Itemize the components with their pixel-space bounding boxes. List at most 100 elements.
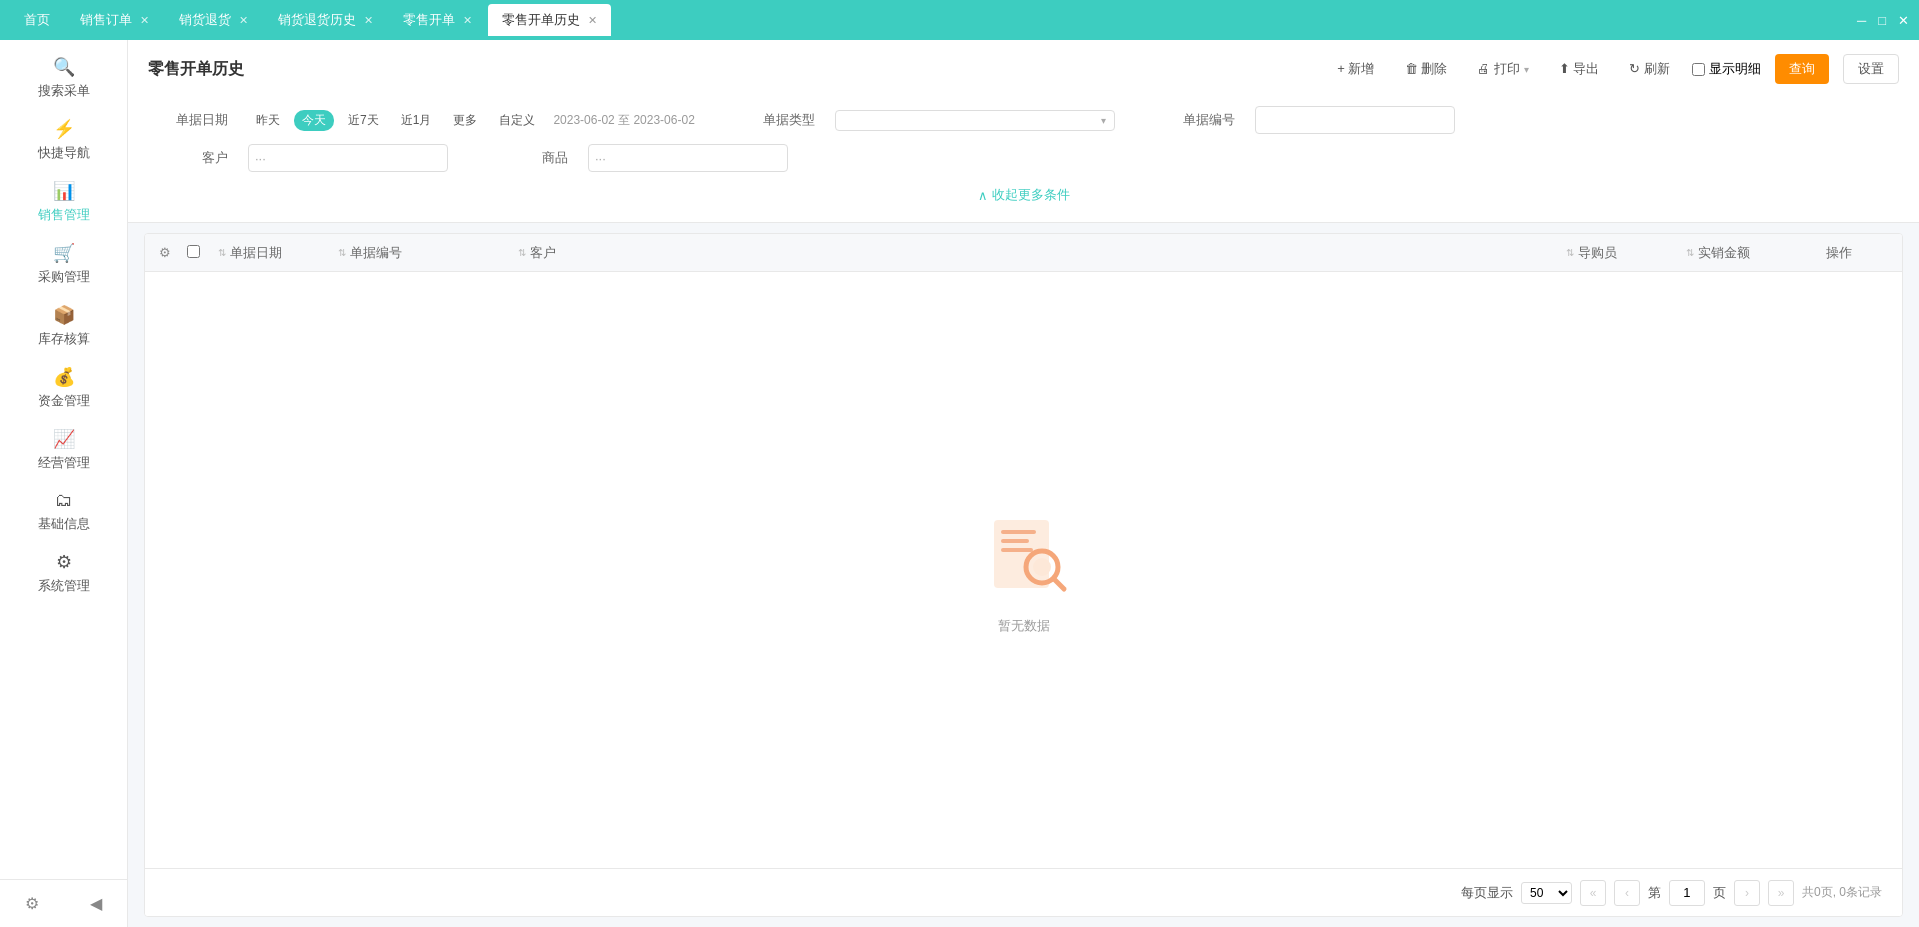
- th-guide[interactable]: ⇅ 导购员: [1556, 244, 1676, 262]
- delete-button[interactable]: 🗑 删除: [1397, 56, 1456, 82]
- filter-area: 单据日期 昨天 今天 近7天 近1月 更多 自定义 2023-06-02 至 2…: [148, 96, 1899, 222]
- date-pill-yesterday[interactable]: 昨天: [248, 110, 288, 131]
- svg-point-6: [1033, 558, 1051, 576]
- sidebar-item-quick-nav[interactable]: ⚡ 快捷导航: [0, 108, 127, 170]
- last-page-button[interactable]: »: [1768, 880, 1794, 906]
- column-settings-button[interactable]: ⚙: [151, 245, 179, 260]
- close-button[interactable]: ✕: [1898, 13, 1909, 28]
- sidebar-item-search[interactable]: 🔍 搜索采单: [0, 46, 127, 108]
- tab-retail-open[interactable]: 零售开单 ✕: [389, 4, 486, 36]
- per-page-label: 每页显示: [1461, 884, 1513, 902]
- doc-num-label: 单据编号: [1175, 111, 1235, 129]
- th-amount[interactable]: ⇅ 实销金额: [1676, 244, 1816, 262]
- toolbar: + 新增 🗑 删除 🖨 打印 ▾ ⬆ 导出 ↻ 刷新: [1329, 54, 1899, 84]
- date-pill-last7[interactable]: 近7天: [340, 110, 387, 131]
- tab-close-sales-return-history[interactable]: ✕: [364, 14, 373, 27]
- maximize-button[interactable]: □: [1878, 13, 1886, 28]
- pagination-info: 共0页, 0条记录: [1802, 884, 1882, 901]
- th-customer[interactable]: ⇅ 客户: [508, 244, 1556, 262]
- doc-type-select[interactable]: ▾: [835, 110, 1115, 131]
- date-pill-custom[interactable]: 自定义: [491, 110, 543, 131]
- sidebar-item-inventory[interactable]: 📦 库存核算: [0, 294, 127, 356]
- top-bar: 首页 销售订单 ✕ 销货退货 ✕ 销货退货历史 ✕ 零售开单 ✕ 零售开单历史 …: [0, 0, 1919, 40]
- th-num[interactable]: ⇅ 单据编号: [328, 244, 508, 262]
- tab-retail-open-history[interactable]: 零售开单历史 ✕: [488, 4, 611, 36]
- collapse-bar[interactable]: ∧ 收起更多条件: [168, 182, 1879, 212]
- sidebar-settings-button[interactable]: ⚙: [17, 890, 47, 917]
- date-pill-last-month[interactable]: 近1月: [393, 110, 440, 131]
- query-button[interactable]: 查询: [1775, 54, 1829, 84]
- content-area: 零售开单历史 + 新增 🗑 删除 🖨 打印 ▾ ⬆ 导出: [128, 40, 1919, 927]
- date-pill-more[interactable]: 更多: [445, 110, 485, 131]
- sidebar-item-basic-info[interactable]: 🗂 基础信息: [0, 480, 127, 541]
- th-num-sort-icon: ⇅: [338, 247, 346, 258]
- minimize-button[interactable]: ─: [1857, 13, 1866, 28]
- inventory-icon: 📦: [53, 304, 75, 326]
- empty-illustration: [974, 505, 1074, 605]
- tab-close-sales-order[interactable]: ✕: [140, 14, 149, 27]
- sidebar-label-operations: 经营管理: [38, 454, 90, 472]
- next-page-button[interactable]: ›: [1734, 880, 1760, 906]
- sidebar-item-system[interactable]: ⚙ 系统管理: [0, 541, 127, 603]
- page-label: 页: [1713, 884, 1726, 902]
- refresh-button[interactable]: ↻ 刷新: [1621, 56, 1678, 82]
- first-page-button[interactable]: «: [1580, 880, 1606, 906]
- tab-close-retail-open-history[interactable]: ✕: [588, 14, 597, 27]
- table-area: ⚙ ⇅ 单据日期 ⇅ 单据编号 ⇅ 客户 ⇅ 导购员: [144, 233, 1903, 917]
- show-detail-checkbox[interactable]: [1692, 63, 1705, 76]
- doc-num-input[interactable]: [1255, 106, 1455, 134]
- empty-state: 暂无数据: [145, 272, 1902, 868]
- tab-sales-return[interactable]: 销货退货 ✕: [165, 4, 262, 36]
- per-page-select[interactable]: 50 10 20 100: [1521, 882, 1572, 904]
- th-guide-sort-icon: ⇅: [1566, 247, 1574, 258]
- system-icon: ⚙: [56, 551, 72, 573]
- sidebar-item-operations[interactable]: 📈 经营管理: [0, 418, 127, 480]
- sidebar-collapse-button[interactable]: ◀: [82, 890, 110, 917]
- page-number-input[interactable]: [1669, 880, 1705, 906]
- sidebar-label-sales: 销售管理: [38, 206, 90, 224]
- svg-rect-3: [1001, 548, 1033, 552]
- date-pill-today[interactable]: 今天: [294, 110, 334, 131]
- svg-rect-2: [1001, 539, 1029, 543]
- empty-text: 暂无数据: [998, 617, 1050, 635]
- th-amount-sort-icon: ⇅: [1686, 247, 1694, 258]
- collapse-up-icon: ∧: [978, 188, 988, 203]
- date-pills: 昨天 今天 近7天 近1月 更多 自定义 2023-06-02 至 2023-0…: [248, 110, 695, 131]
- show-detail-checkbox-label[interactable]: 显示明细: [1692, 60, 1761, 78]
- basic-info-icon: 🗂: [55, 490, 73, 511]
- sidebar-label-finance: 资金管理: [38, 392, 90, 410]
- th-date[interactable]: ⇅ 单据日期: [208, 244, 328, 262]
- customer-label: 客户: [168, 149, 228, 167]
- page-header: 零售开单历史 + 新增 🗑 删除 🖨 打印 ▾ ⬆ 导出: [128, 40, 1919, 223]
- settings-button[interactable]: 设置: [1843, 54, 1899, 84]
- goods-label: 商品: [508, 149, 568, 167]
- sidebar-item-finance[interactable]: 💰 资金管理: [0, 356, 127, 418]
- sidebar-bottom: ⚙ ◀: [0, 879, 127, 927]
- sidebar-item-purchase[interactable]: 🛒 采购管理: [0, 232, 127, 294]
- sidebar: 🔍 搜索采单 ⚡ 快捷导航 📊 销售管理 🛒 采购管理 📦 库存核算 💰 资金管…: [0, 40, 128, 927]
- filter-row-1: 单据日期 昨天 今天 近7天 近1月 更多 自定义 2023-06-02 至 2…: [168, 106, 1879, 134]
- search-icon: 🔍: [53, 56, 75, 78]
- pagination: 每页显示 50 10 20 100 « ‹ 第 页 › » 共0页, 0条记录: [145, 868, 1902, 916]
- doc-type-arrow-icon: ▾: [1101, 115, 1106, 126]
- prev-page-button[interactable]: ‹: [1614, 880, 1640, 906]
- customer-input[interactable]: ···: [248, 144, 448, 172]
- sidebar-label-search: 搜索采单: [38, 82, 90, 100]
- sidebar-item-sales[interactable]: 📊 销售管理: [0, 170, 127, 232]
- export-button[interactable]: ⬆ 导出: [1551, 56, 1608, 82]
- th-date-sort-icon: ⇅: [218, 247, 226, 258]
- goods-input[interactable]: ···: [588, 144, 788, 172]
- tab-sales-return-history[interactable]: 销货退货历史 ✕: [264, 4, 387, 36]
- print-button[interactable]: 🖨 打印 ▾: [1469, 56, 1537, 82]
- select-all-checkbox[interactable]: [179, 245, 208, 261]
- tab-sales-order[interactable]: 销售订单 ✕: [66, 4, 163, 36]
- tab-close-sales-return[interactable]: ✕: [239, 14, 248, 27]
- add-button[interactable]: + 新增: [1329, 56, 1382, 82]
- tab-close-retail-open[interactable]: ✕: [463, 14, 472, 27]
- sidebar-label-system: 系统管理: [38, 577, 90, 595]
- doc-type-label: 单据类型: [755, 111, 815, 129]
- tab-home[interactable]: 首页: [10, 4, 64, 36]
- date-range-text: 2023-06-02 至 2023-06-02: [553, 112, 694, 129]
- sidebar-label-purchase: 采购管理: [38, 268, 90, 286]
- th-ops: 操作: [1816, 244, 1896, 262]
